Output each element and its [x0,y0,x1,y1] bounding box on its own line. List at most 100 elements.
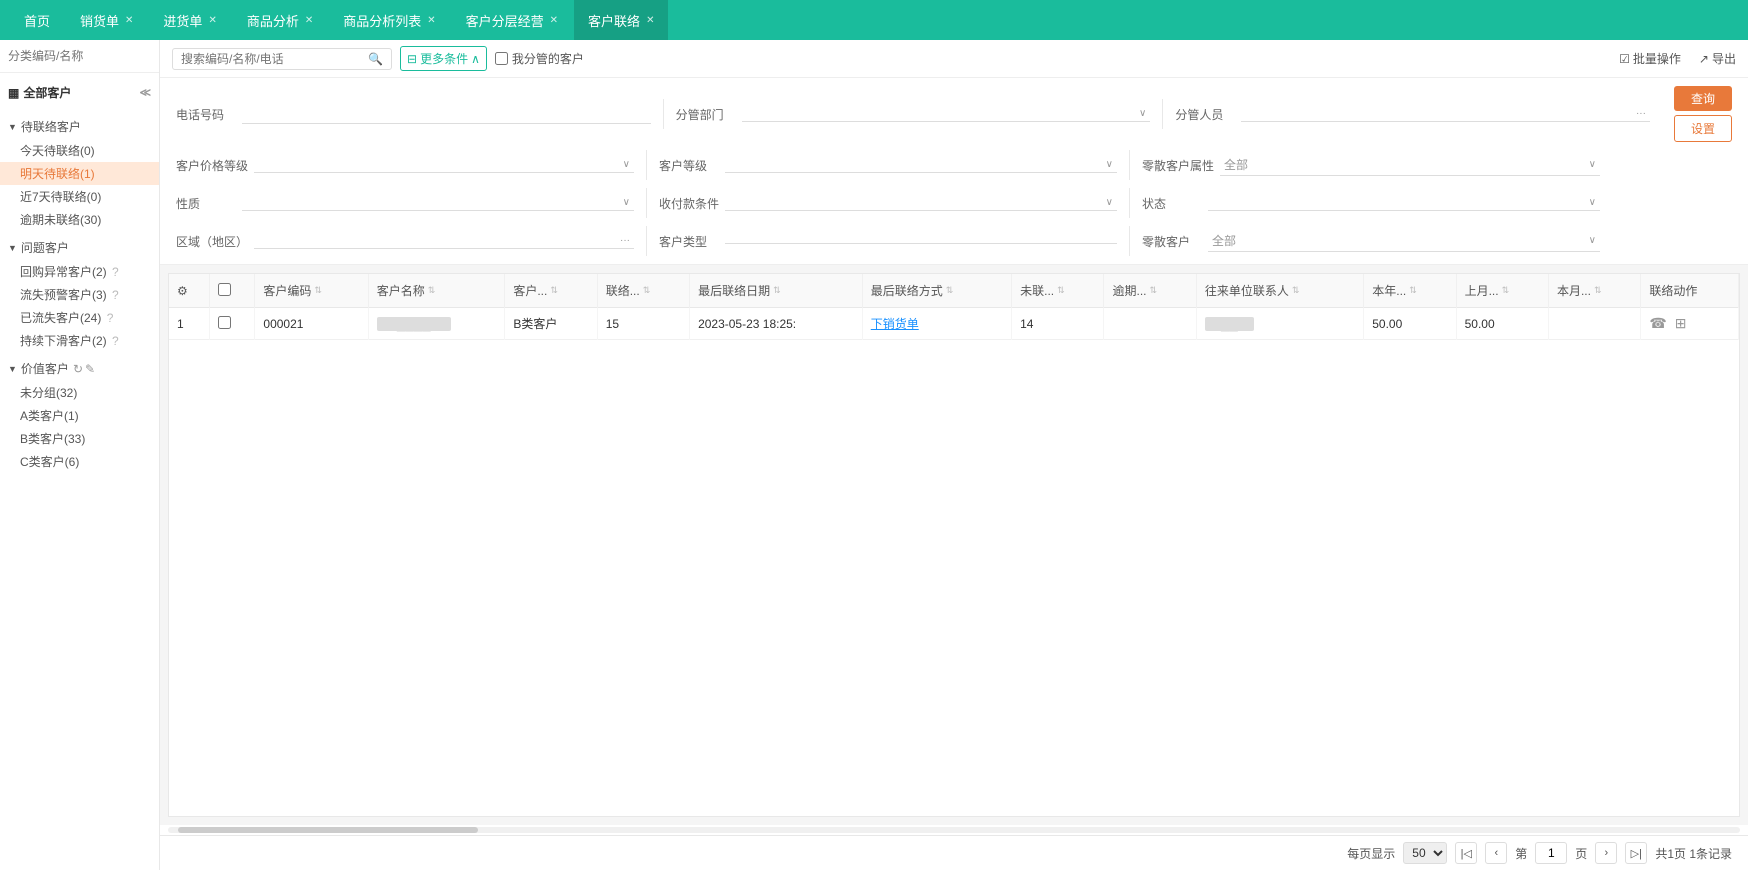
tri-icon: ▼ [8,122,17,132]
th-last-contact-date[interactable]: 最后联络日期 ⇅ [690,274,863,308]
nav-close-purchase-order[interactable]: ✕ [208,15,216,26]
current-page-input[interactable] [1535,842,1567,864]
grid-action-icon[interactable]: ⊞ [1675,315,1687,332]
nav-customer-tier[interactable]: 客户分层经营 ✕ [452,0,572,40]
sidebar-item-today-contact[interactable]: 今天待联络(0) [0,139,159,162]
prev-page-button[interactable]: ‹ [1485,842,1507,864]
edit-icon[interactable]: ✎ [85,362,95,376]
select-all-checkbox[interactable] [218,283,231,296]
nav-close-customer-contact[interactable]: ✕ [646,15,654,26]
filter-input-phone[interactable] [242,105,651,124]
nav-home[interactable]: 首页 [10,0,64,40]
filter-field-region: 区域（地区） ··· [176,233,634,250]
pending-contact-section: ▼ 待联络客户 今天待联络(0) 明天待联络(1) 近7天待联络(0) 逾期未联… [0,112,159,233]
batch-op-button[interactable]: ☑ 批量操作 [1619,50,1681,67]
filter-select-retail-customer[interactable]: 全部 ∨ [1208,230,1600,252]
sidebar-item-7day-contact[interactable]: 近7天待联络(0) [0,185,159,208]
filter-select-price-level[interactable]: ∨ [254,157,634,173]
th-contact-person[interactable]: 往来单位联系人 ⇅ [1196,274,1363,308]
action-icons: ☎ ⊞ [1649,315,1730,332]
my-customers-checkbox[interactable]: 我分管的客户 [495,50,584,67]
nav-product-analysis-list[interactable]: 商品分析列表 ✕ [329,0,449,40]
filter-divider-8 [1129,226,1130,256]
filter-select-payment[interactable]: ∨ [725,195,1117,211]
filter-label-retail-customer: 零散客户 [1142,233,1202,250]
pending-contact-header[interactable]: ▼ 待联络客户 [0,114,159,139]
export-button[interactable]: ↗ 导出 [1699,50,1736,67]
contact-method-link[interactable]: 下销货单 [871,317,919,331]
nav-close-product-analysis-list[interactable]: ✕ [427,15,435,26]
sidebar-item-churned[interactable]: 已流失客户(24) ? [0,306,159,329]
all-customers-header[interactable]: ▦ 全部客户 ≪ [0,79,159,106]
nav-sales-order[interactable]: 销货单 ✕ [66,0,147,40]
th-last-month[interactable]: 上月... ⇅ [1456,274,1548,308]
th-this-month[interactable]: 本月... ⇅ [1548,274,1640,308]
sidebar-item-class-c[interactable]: C类客户(6) [0,450,159,473]
nav-close-product-analysis[interactable]: ✕ [305,15,313,26]
filter-select-customer-level[interactable]: ∨ [725,157,1117,173]
th-gear[interactable]: ⚙ [169,274,210,308]
sidebar-item-churn-warning[interactable]: 流失预警客户(3) ? [0,283,159,306]
sidebar-search-input[interactable] [8,49,160,63]
my-customers-check-input[interactable] [495,52,508,65]
td-last-contact-method[interactable]: 下销货单 [862,308,1011,340]
first-page-button[interactable]: |◁ [1455,842,1477,864]
th-checkbox[interactable] [210,274,255,308]
more-filter-button[interactable]: ⊟ 更多条件 ∧ [400,46,487,71]
problem-customers-header[interactable]: ▼ 问题客户 [0,235,159,260]
help-icon-2: ? [112,288,119,302]
filter-select-region[interactable]: ··· [254,233,634,249]
sidebar-item-class-a[interactable]: A类客户(1) [0,404,159,427]
sidebar-item-ungrouped[interactable]: 未分组(32) [0,381,159,404]
all-customers-label: 全部客户 [23,84,71,101]
th-customer-code[interactable]: 客户编码 ⇅ [255,274,368,308]
query-button[interactable]: 查询 [1674,86,1732,111]
filter-select-status[interactable]: ∨ [1208,195,1600,211]
filter-select-customer-type[interactable] [725,239,1117,244]
nav-close-sales-order[interactable]: ✕ [125,15,133,26]
th-customer-name[interactable]: 客户名称 ⇅ [368,274,505,308]
data-table: ⚙ 客户编码 ⇅ [169,274,1739,340]
nav-customer-contact[interactable]: 客户联络 ✕ [574,0,668,40]
phone-action-icon[interactable]: ☎ [1649,315,1666,332]
th-last-contact-method[interactable]: 最后联络方式 ⇅ [862,274,1011,308]
next-page-button[interactable]: › [1595,842,1617,864]
th-customer-type[interactable]: 客户... ⇅ [505,274,597,308]
filter-label-retail-attr: 零散客户属性 [1142,157,1214,174]
refresh-icon[interactable]: ↻ [73,362,83,376]
filter-select-manager[interactable]: ··· [1241,106,1650,122]
page-size-select[interactable]: 50 [1403,842,1447,864]
filter-search-input[interactable] [181,52,364,66]
nav-product-analysis[interactable]: 商品分析 ✕ [233,0,327,40]
last-page-button[interactable]: ▷| [1625,842,1647,864]
th-contact-count[interactable]: 联络... ⇅ [597,274,689,308]
filter-select-retail-attr[interactable]: 全部 ∨ [1220,154,1600,176]
row-checkbox[interactable] [218,316,231,329]
td-last-contact-date: 2023-05-23 18:25: [690,308,863,340]
th-overdue[interactable]: 逾期... ⇅ [1104,274,1196,308]
scrollbar-thumb[interactable] [178,827,478,833]
sidebar-item-repurchase-anomaly[interactable]: 回购异常客户(2) ? [0,260,159,283]
filter-divider-2 [1162,99,1163,129]
sidebar-item-tomorrow-contact[interactable]: 明天待联络(1) [0,162,159,185]
sort-icon-contact: ⇅ [643,285,651,296]
nav-purchase-order[interactable]: 进货单 ✕ [149,0,230,40]
td-checkbox[interactable] [210,308,255,340]
filter-label-nature: 性质 [176,195,236,212]
value-customers-header[interactable]: ▼ 价值客户 ↻ ✎ [0,356,159,381]
sidebar-all-customers: ▦ 全部客户 ≪ [0,73,159,112]
set-button[interactable]: 设置 [1674,115,1732,142]
horizontal-scrollbar[interactable] [160,825,1748,835]
th-this-year[interactable]: 本年... ⇅ [1364,274,1456,308]
page-label2: 页 [1575,845,1587,862]
sidebar-item-class-b[interactable]: B类客户(33) [0,427,159,450]
filter-search-icon[interactable]: 🔍 [368,52,383,66]
collapse-icon[interactable]: ≪ [139,86,151,99]
sidebar-item-overdue-contact[interactable]: 逾期未联络(30) [0,208,159,231]
th-uncontact-days[interactable]: 未联... ⇅ [1012,274,1104,308]
filter-select-nature[interactable]: ∨ [242,195,634,211]
chevron-down-icon-level: ∨ [1106,159,1113,170]
sidebar-item-declining[interactable]: 持续下滑客户(2) ? [0,329,159,352]
nav-close-customer-tier[interactable]: ✕ [550,15,558,26]
filter-select-dept[interactable]: ∨ [742,106,1151,122]
